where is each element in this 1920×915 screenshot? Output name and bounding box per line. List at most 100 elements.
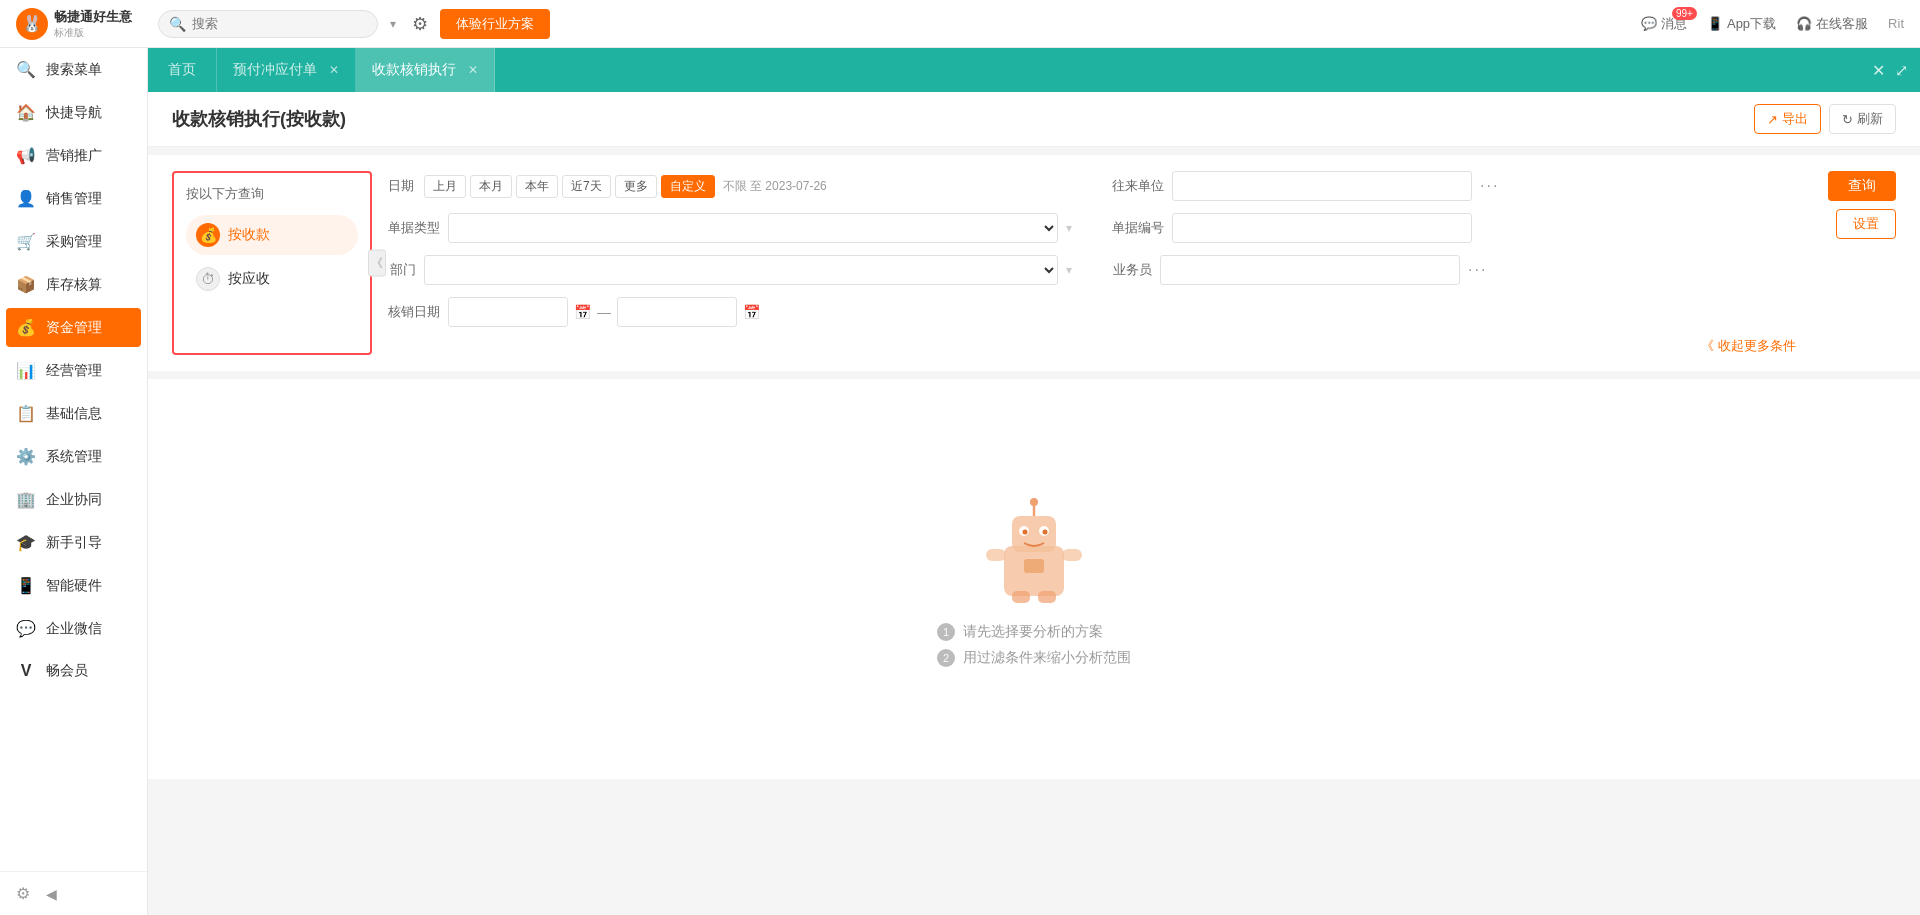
- counterparty-select-icon[interactable]: ···: [1480, 177, 1499, 195]
- voucher-type-chevron[interactable]: ▾: [1066, 221, 1072, 235]
- staff-input[interactable]: [1160, 255, 1460, 285]
- writeoff-date-label: 核销日期: [388, 303, 440, 321]
- sidebar-item-marketing[interactable]: 📢 营销推广: [0, 134, 147, 177]
- marketing-icon: 📢: [16, 146, 36, 165]
- tab-expand-icon[interactable]: ⤢: [1895, 61, 1908, 80]
- sidebar-item-basic-info[interactable]: 📋 基础信息: [0, 392, 147, 435]
- purchase-icon: 🛒: [16, 232, 36, 251]
- filter-by-receivable[interactable]: ⏱ 按应收: [186, 259, 358, 299]
- phone-icon: 📱: [1707, 16, 1723, 31]
- department-select[interactable]: [424, 255, 1058, 285]
- tab-home-label: 首页: [168, 61, 196, 79]
- date-btn-this-year[interactable]: 本年: [516, 175, 558, 198]
- calendar-start-icon[interactable]: 📅: [574, 304, 591, 320]
- date-btn-last-month[interactable]: 上月: [424, 175, 466, 198]
- voucher-no-label: 单据编号: [1112, 219, 1164, 237]
- collapse-conditions-btn[interactable]: 《 收起更多条件: [1701, 337, 1796, 355]
- sidebar-item-member[interactable]: V 畅会员: [0, 650, 147, 692]
- tab-prepay[interactable]: 预付冲应付单 ✕: [217, 48, 356, 92]
- counterparty-label: 往来单位: [1112, 177, 1164, 195]
- svg-rect-12: [1024, 559, 1044, 573]
- sidebar-item-hardware[interactable]: 📱 智能硬件: [0, 564, 147, 607]
- industry-btn[interactable]: 体验行业方案: [440, 9, 550, 39]
- date-btn-7days[interactable]: 近7天: [562, 175, 611, 198]
- tab-receivable-write-off-close[interactable]: ✕: [468, 63, 478, 77]
- top-bar-right: 💬 消息 99+ 📱 App下载 🎧 在线客服 Rit: [1641, 15, 1904, 33]
- date-options: 上月 本月 本年 近7天 更多 自定义 不限 至 2023-07-26: [424, 175, 827, 198]
- sidebar-item-sales[interactable]: 👤 销售管理: [0, 177, 147, 220]
- tip1-num: 1: [937, 623, 955, 641]
- calendar-end-icon[interactable]: 📅: [743, 304, 760, 320]
- sales-icon: 👤: [16, 189, 36, 208]
- filter-query-type-panel: 按以下方查询 💰 按收款 ⏱ 按应收 《: [172, 171, 372, 355]
- sidebar-item-label: 基础信息: [46, 405, 102, 423]
- date-btn-custom[interactable]: 自定义: [661, 175, 715, 198]
- filter-collapse-row: 《 收起更多条件: [388, 337, 1896, 355]
- sidebar-item-inventory[interactable]: 📦 库存核算: [0, 263, 147, 306]
- sidebar-item-label: 营销推广: [46, 147, 102, 165]
- chevron-down-icon[interactable]: ▾: [390, 17, 396, 31]
- tip1-text: 请先选择要分析的方案: [963, 623, 1103, 641]
- logo-area: 🐰 畅捷通好生意 标准版: [16, 8, 146, 40]
- settings-bottom-icon[interactable]: ⚙: [16, 884, 30, 903]
- sidebar-item-label: 采购管理: [46, 233, 102, 251]
- sidebar-item-guide[interactable]: 🎓 新手引导: [0, 521, 147, 564]
- writeoff-date-start[interactable]: 2023-03-01: [448, 297, 568, 327]
- settings-button[interactable]: 设置: [1836, 209, 1896, 239]
- filter-by-receivable-label: 按应收: [228, 270, 270, 288]
- logo-icon: 🐰: [16, 8, 48, 40]
- top-bar: 🐰 畅捷通好生意 标准版 🔍 ▾ ⚙ 体验行业方案 💬 消息 99+ 📱 App…: [0, 0, 1920, 48]
- user-area[interactable]: Rit: [1888, 16, 1904, 31]
- gear-icon[interactable]: ⚙: [412, 13, 428, 35]
- filter-grid: 日期 上月 本月 本年 近7天 更多 自定义 不限 至 2023-07-26: [388, 171, 1896, 327]
- filter-voucher-type-row: 单据类型 ▾: [388, 213, 1072, 243]
- date-hint: 不限 至 2023-07-26: [723, 178, 827, 195]
- basic-info-icon: 📋: [16, 404, 36, 423]
- tab-receivable-write-off[interactable]: 收款核销执行 ✕: [356, 48, 495, 92]
- search-input[interactable]: [192, 16, 367, 31]
- sidebar-item-operations[interactable]: 📊 经营管理: [0, 349, 147, 392]
- svg-rect-8: [986, 549, 1006, 561]
- sidebar-item-finance[interactable]: 💰 资金管理: [6, 308, 141, 347]
- voucher-no-input[interactable]: [1172, 213, 1472, 243]
- tab-prepay-close[interactable]: ✕: [329, 63, 339, 77]
- sidebar-item-search-menu[interactable]: 🔍 搜索菜单: [0, 48, 147, 91]
- messages-btn[interactable]: 💬 消息 99+: [1641, 15, 1687, 33]
- department-label: 部门: [388, 261, 416, 279]
- department-chevron[interactable]: ▾: [1066, 263, 1072, 277]
- filter-by-receipt[interactable]: 💰 按收款: [186, 215, 358, 255]
- filter-form: 日期 上月 本月 本年 近7天 更多 自定义 不限 至 2023-07-26: [388, 171, 1896, 355]
- app-download-btn[interactable]: 📱 App下载: [1707, 15, 1776, 33]
- counterparty-input[interactable]: [1172, 171, 1472, 201]
- tab-home[interactable]: 首页: [148, 48, 217, 92]
- sidebar-item-wechat[interactable]: 💬 企业微信: [0, 607, 147, 650]
- export-button[interactable]: ↗ 导出: [1754, 104, 1821, 134]
- collapse-filter-sidebar-icon[interactable]: 《: [368, 250, 386, 277]
- staff-select-icon[interactable]: ···: [1468, 261, 1487, 279]
- inventory-icon: 📦: [16, 275, 36, 294]
- tab-close-all-icon[interactable]: ✕: [1872, 61, 1885, 80]
- writeoff-date-end[interactable]: 2023-07-21: [617, 297, 737, 327]
- filter-layout: 按以下方查询 💰 按收款 ⏱ 按应收 《: [172, 171, 1896, 355]
- logo-text-group: 畅捷通好生意 标准版: [54, 8, 132, 40]
- export-icon: ↗: [1767, 112, 1778, 127]
- sidebar-item-quick-nav[interactable]: 🏠 快捷导航: [0, 91, 147, 134]
- voucher-type-select[interactable]: [448, 213, 1058, 243]
- messages-badge: 99+: [1672, 7, 1697, 20]
- page-header-actions: ↗ 导出 ↻ 刷新: [1754, 104, 1896, 134]
- refresh-button[interactable]: ↻ 刷新: [1829, 104, 1896, 134]
- home-icon: 🏠: [16, 103, 36, 122]
- tab-receivable-write-off-label: 收款核销执行: [372, 61, 456, 79]
- sidebar-item-purchase[interactable]: 🛒 采购管理: [0, 220, 147, 263]
- sidebar-item-label: 资金管理: [46, 319, 102, 337]
- date-btn-more[interactable]: 更多: [615, 175, 657, 198]
- date-btn-this-month[interactable]: 本月: [470, 175, 512, 198]
- collapse-sidebar-icon[interactable]: ◀: [46, 886, 57, 902]
- search-box[interactable]: 🔍: [158, 10, 378, 38]
- tip2-text: 用过滤条件来缩小分析范围: [963, 649, 1131, 667]
- sidebar-item-system[interactable]: ⚙️ 系统管理: [0, 435, 147, 478]
- sidebar-item-enterprise[interactable]: 🏢 企业协同: [0, 478, 147, 521]
- online-service-btn[interactable]: 🎧 在线客服: [1796, 15, 1868, 33]
- staff-label: 业务员: [1112, 261, 1152, 279]
- query-button[interactable]: 查询: [1828, 171, 1896, 201]
